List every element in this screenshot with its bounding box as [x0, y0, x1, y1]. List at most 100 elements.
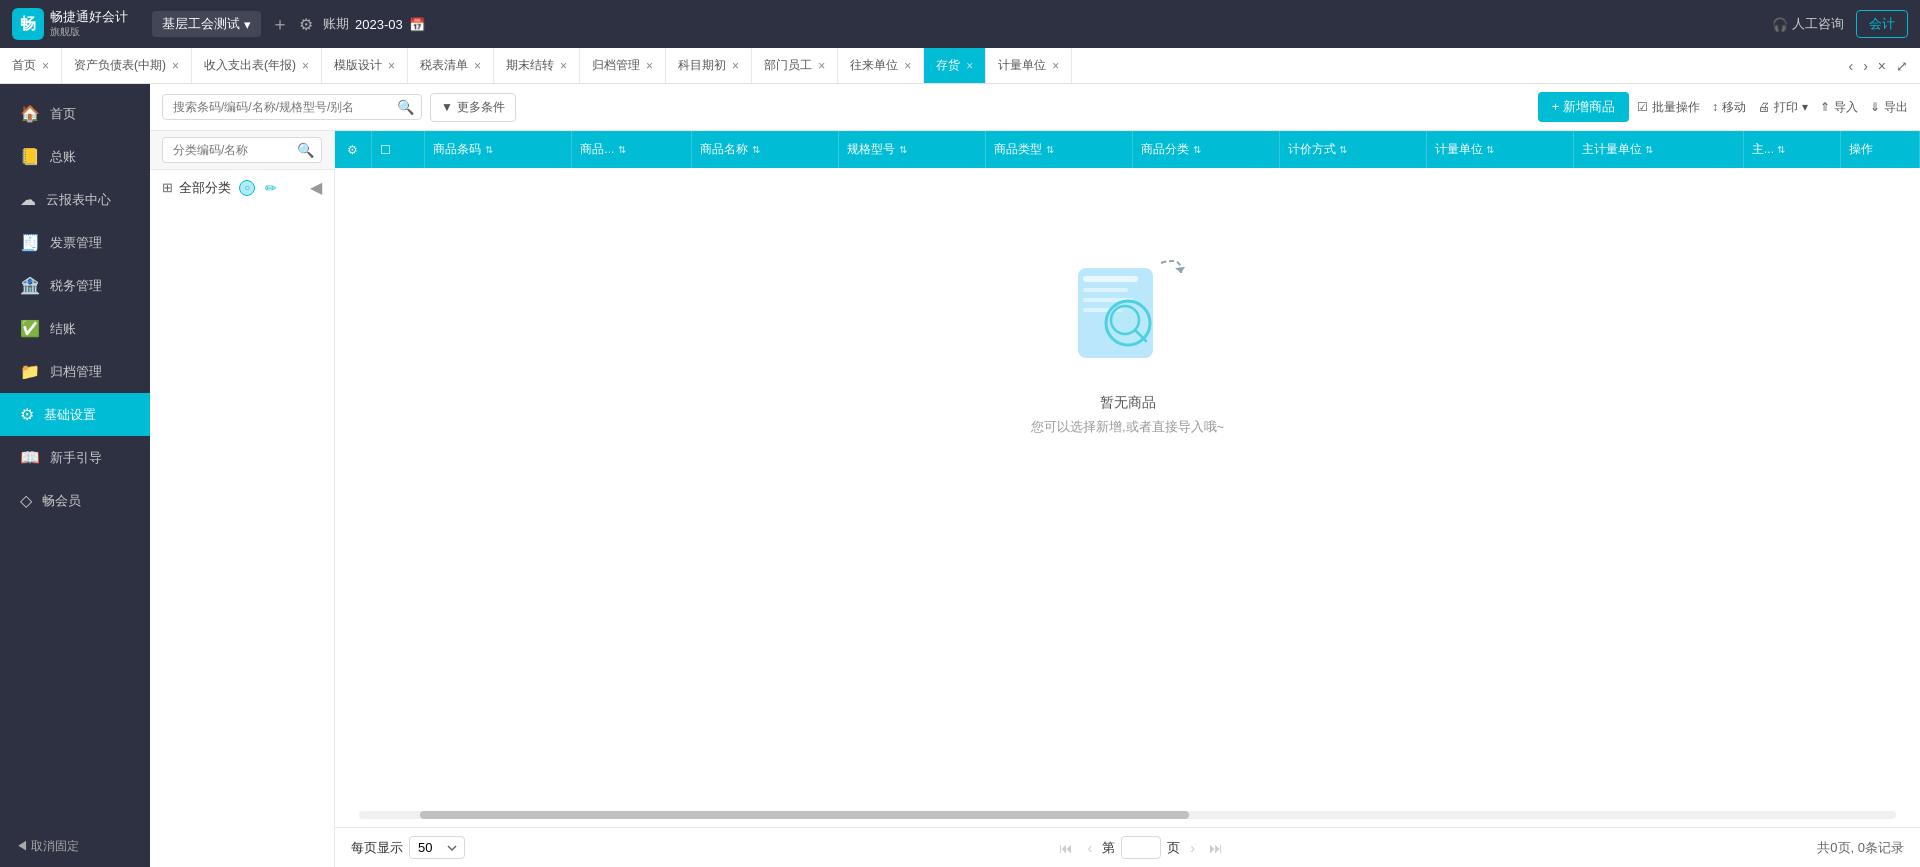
tab-close-homepage[interactable]: × — [42, 59, 49, 73]
tab-scroll-right[interactable]: › — [1859, 56, 1872, 76]
human-service-button[interactable]: 🎧 人工咨询 — [1772, 15, 1844, 33]
tab-contacts[interactable]: 往来单位 × — [838, 48, 924, 84]
sort-icon: ⇅ — [1777, 144, 1785, 155]
tab-archive[interactable]: 归档管理 × — [580, 48, 666, 84]
scroll-thumb[interactable] — [420, 811, 1189, 819]
sidebar-item-member[interactable]: ◇ 畅会员 — [0, 479, 150, 522]
add-product-button[interactable]: + 新增商品 — [1538, 92, 1629, 122]
category-search-icon[interactable]: 🔍 — [297, 142, 314, 158]
page-size-label: 每页显示 — [351, 839, 403, 857]
settings-col-header[interactable]: ⚙ — [335, 131, 371, 168]
company-selector[interactable]: 基层工会测试 ▾ — [152, 11, 261, 37]
account-button[interactable]: 会计 — [1856, 10, 1908, 38]
empty-desc: 您可以选择新增,或者直接导入哦~ — [1031, 418, 1224, 436]
sidebar-item-guide[interactable]: 📖 新手引导 — [0, 436, 150, 479]
main-search-input[interactable] — [162, 94, 422, 120]
tax-icon: 🏦 — [20, 276, 40, 295]
empty-svg-illustration — [1053, 248, 1203, 378]
page-number-input[interactable]: 1 — [1121, 836, 1161, 859]
collapse-panel-icon[interactable]: ◀ — [310, 178, 322, 197]
calendar-icon[interactable]: 📅 — [409, 17, 425, 32]
tab-unit[interactable]: 计量单位 × — [986, 48, 1072, 84]
sidebar-item-settings[interactable]: ⚙ 基础设置 — [0, 393, 150, 436]
export-button[interactable]: ⇓ 导出 — [1870, 99, 1908, 116]
tab-close-inventory[interactable]: × — [966, 59, 973, 73]
sidebar-item-archive[interactable]: 📁 归档管理 — [0, 350, 150, 393]
first-page-button[interactable]: ⏮ — [1055, 838, 1077, 858]
tab-close-all[interactable]: × — [1874, 56, 1890, 76]
tab-close-unit[interactable]: × — [1052, 59, 1059, 73]
tab-close-subject[interactable]: × — [732, 59, 739, 73]
tab-close-income[interactable]: × — [302, 59, 309, 73]
scrollbar-area — [335, 803, 1920, 827]
move-button[interactable]: ↕ 移动 — [1712, 99, 1746, 116]
barcode-col-header[interactable]: 商品条码 ⇅ — [425, 131, 572, 168]
add-tab-button[interactable]: ＋ — [271, 12, 289, 36]
type-col-header[interactable]: 商品类型 ⇅ — [986, 131, 1133, 168]
tab-fullscreen[interactable]: ⤢ — [1892, 56, 1912, 76]
tab-close-dept[interactable]: × — [818, 59, 825, 73]
sidebar-item-tax[interactable]: 🏦 税务管理 — [0, 264, 150, 307]
page-label: 第 — [1102, 839, 1115, 857]
invoice-icon: 🧾 — [20, 233, 40, 252]
tab-close-template[interactable]: × — [388, 59, 395, 73]
tab-period-end[interactable]: 期末结转 × — [494, 48, 580, 84]
tab-subject[interactable]: 科目期初 × — [666, 48, 752, 84]
period-value: 2023-03 — [355, 17, 403, 32]
tab-homepage[interactable]: 首页 × — [0, 48, 62, 84]
last-page-button[interactable]: ⏭ — [1205, 838, 1227, 858]
dropdown-icon: ▾ — [244, 17, 251, 32]
category-col-header[interactable]: 商品分类 ⇅ — [1133, 131, 1280, 168]
tab-inventory[interactable]: 存货 × — [924, 48, 986, 84]
sidebar-item-invoice[interactable]: 🧾 发票管理 — [0, 221, 150, 264]
main-search-icon[interactable]: 🔍 — [397, 99, 414, 115]
table-area: ⚙ ☐ 商品条码 ⇅ 商品... ⇅ 商品名称 ⇅ 规格型号 ⇅ 商品类型 ⇅ … — [335, 131, 1920, 803]
spec-col-header[interactable]: 规格型号 ⇅ — [839, 131, 986, 168]
sidebar-item-checkout[interactable]: ✅ 结账 — [0, 307, 150, 350]
next-page-button[interactable]: › — [1186, 838, 1199, 858]
tab-tax[interactable]: 税表清单 × — [408, 48, 494, 84]
tab-close-balance[interactable]: × — [172, 59, 179, 73]
filter-button[interactable]: ▼ 更多条件 — [430, 93, 516, 122]
tab-scroll-left[interactable]: ‹ — [1844, 56, 1857, 76]
horizontal-scrollbar[interactable] — [359, 811, 1896, 819]
tab-template[interactable]: 模版设计 × — [322, 48, 408, 84]
tab-department[interactable]: 部门员工 × — [752, 48, 838, 84]
tab-close-tax[interactable]: × — [474, 59, 481, 73]
export-icon: ⇓ — [1870, 100, 1880, 114]
name-col-header[interactable]: 商品名称 ⇅ — [692, 131, 839, 168]
tab-close-period[interactable]: × — [560, 59, 567, 73]
app-version: 旗舰版 — [50, 25, 128, 39]
tab-close-archive[interactable]: × — [646, 59, 653, 73]
import-icon: ⇑ — [1820, 100, 1830, 114]
prev-page-button[interactable]: ‹ — [1083, 838, 1096, 858]
checkbox-col-header[interactable]: ☐ — [371, 131, 425, 168]
page-size-select[interactable]: 50 100 200 — [409, 836, 465, 859]
main-unit-col-header[interactable]: 主计量单位 ⇅ — [1573, 131, 1743, 168]
unpin-button[interactable]: ◀ 取消固定 — [16, 838, 134, 855]
edit-category-icon[interactable]: ✏ — [265, 180, 277, 196]
left-panel-search: 🔍 — [150, 131, 334, 170]
all-category-item[interactable]: ⊞ 全部分类 ○ ✏ ◀ — [150, 170, 334, 205]
main-col-header[interactable]: 主... ⇅ — [1744, 131, 1841, 168]
print-button[interactable]: 🖨 打印 ▾ — [1758, 99, 1808, 116]
tab-close-contacts[interactable]: × — [904, 59, 911, 73]
batch-operation-button[interactable]: ☑ 批量操作 — [1637, 99, 1700, 116]
sidebar-item-ledger[interactable]: 📒 总账 — [0, 135, 150, 178]
tab-balance-sheet[interactable]: 资产负债表(中期) × — [62, 48, 192, 84]
unit-col-header[interactable]: 计量单位 ⇅ — [1427, 131, 1574, 168]
import-button[interactable]: ⇑ 导入 — [1820, 99, 1858, 116]
pricing-col-header[interactable]: 计价方式 ⇅ — [1280, 131, 1427, 168]
sidebar-item-home[interactable]: 🏠 首页 — [0, 92, 150, 135]
settings-button[interactable]: ⚙ — [299, 15, 313, 34]
svg-rect-1 — [1083, 276, 1138, 282]
empty-state: 暂无商品 您可以选择新增,或者直接导入哦~ — [335, 168, 1920, 516]
header-actions: 🎧 人工咨询 会计 — [1772, 10, 1908, 38]
sidebar-item-cloud[interactable]: ☁ 云报表中心 — [0, 178, 150, 221]
category-circle-icon: ○ — [239, 180, 255, 196]
tab-income[interactable]: 收入支出表(年报) × — [192, 48, 322, 84]
sort-icon: ⇅ — [752, 144, 760, 155]
code-col-header[interactable]: 商品... ⇅ — [572, 131, 692, 168]
sort-icon: ⇅ — [1486, 144, 1494, 155]
filter-icon: ▼ — [441, 100, 453, 114]
